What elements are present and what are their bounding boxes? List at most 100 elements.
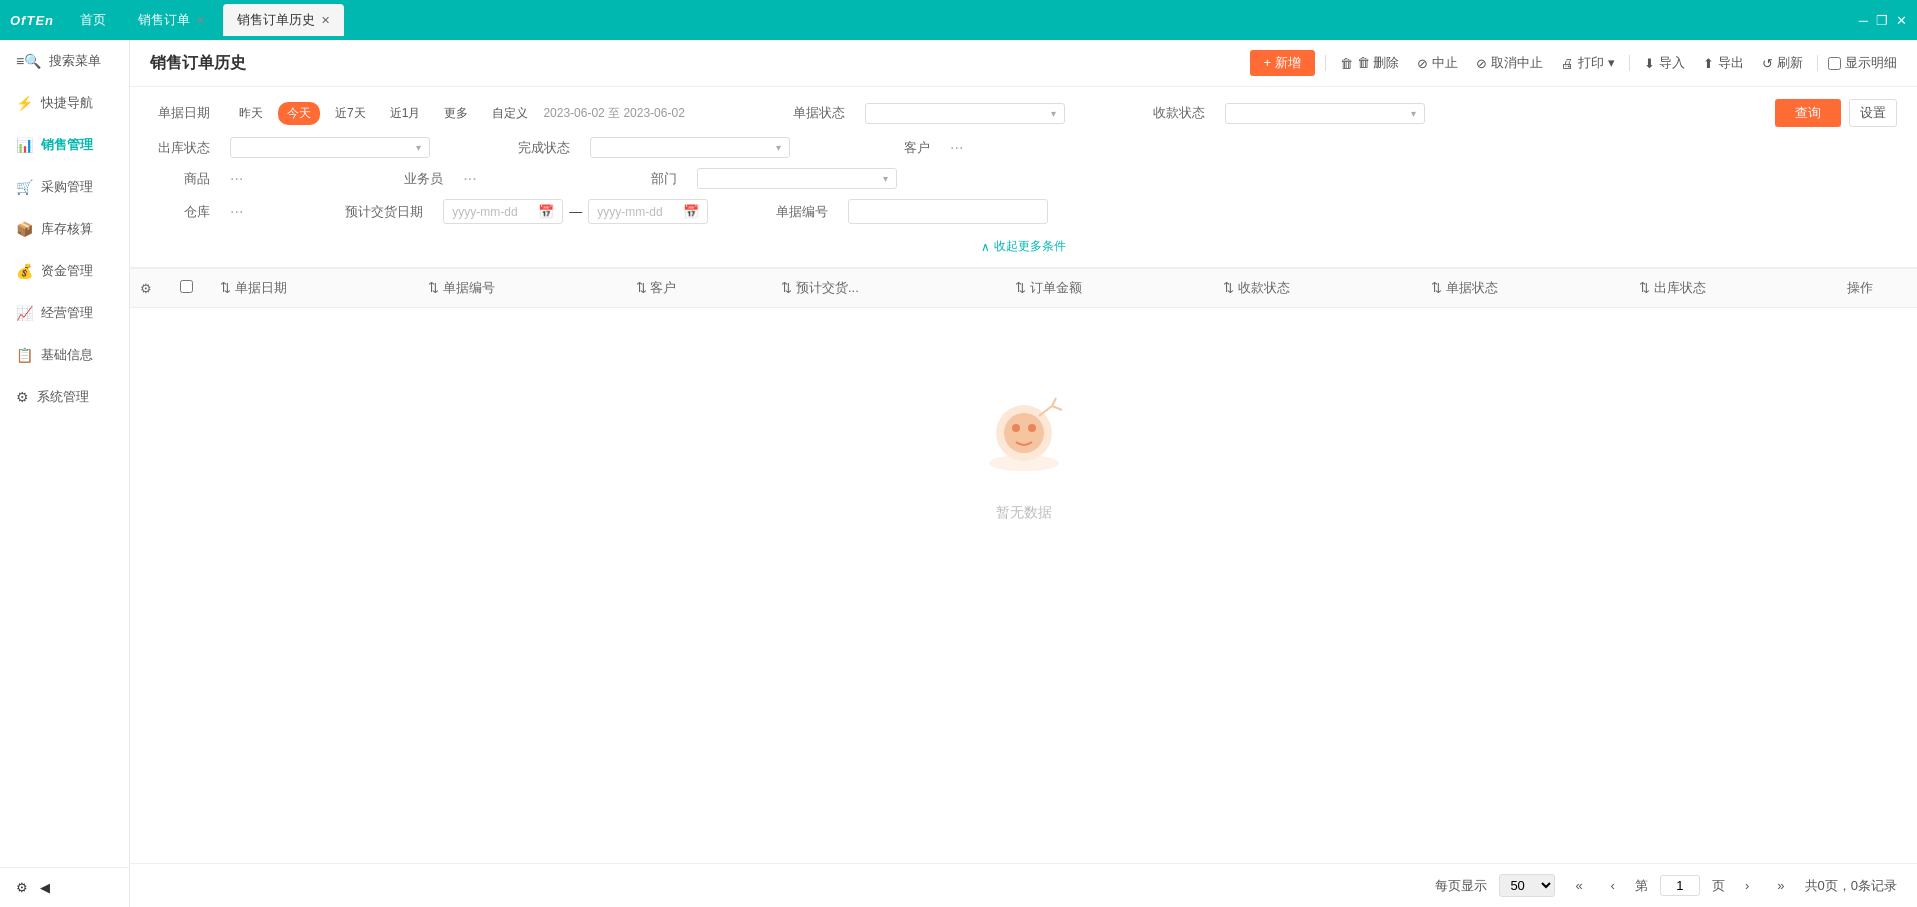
warehouse-input[interactable]: ··· — [230, 203, 243, 221]
calendar-end-icon: 📅 — [683, 204, 699, 219]
sidebar-item-sys-label: 系统管理 — [37, 388, 89, 406]
tab-sales-order-history-close[interactable]: ✕ — [321, 14, 330, 27]
prev-page-btn[interactable]: ‹ — [1603, 876, 1623, 895]
date-7days[interactable]: 近7天 — [326, 102, 375, 125]
collapse-label: 收起更多条件 — [994, 238, 1066, 255]
collapse-row[interactable]: ∧ 收起更多条件 — [150, 234, 1897, 255]
query-button[interactable]: 查询 — [1775, 99, 1841, 127]
sidebar: ≡🔍 搜索菜单 ⚡ 快捷导航 📊 销售管理 🛒 采购管理 📦 库存核算 💰 资金… — [0, 40, 130, 907]
complete-status-arrow: ▾ — [776, 142, 781, 153]
sidebar-item-search-menu[interactable]: ≡🔍 搜索菜单 — [0, 40, 129, 82]
sidebar-item-quick-nav[interactable]: ⚡ 快捷导航 — [0, 82, 129, 124]
show-detail-checkbox[interactable]: 显示明细 — [1828, 54, 1897, 72]
sidebar-item-inventory[interactable]: 📦 库存核算 — [0, 208, 129, 250]
date-yesterday[interactable]: 昨天 — [230, 102, 272, 125]
sidebar-item-purchase-mgmt[interactable]: 🛒 采购管理 — [0, 166, 129, 208]
tab-sales-order[interactable]: 销售订单 ✕ — [124, 4, 219, 36]
filter-row-3: 商品 ··· 业务员 ··· 部门 ▾ — [150, 168, 1897, 189]
department-select[interactable]: ▾ — [697, 168, 897, 189]
delivery-date-end[interactable]: yyyy-mm-dd 📅 — [588, 199, 708, 224]
filter-row-4: 仓库 ··· 预计交货日期 yyyy-mm-dd 📅 — yyyy-mm-dd … — [150, 199, 1897, 224]
page-size-label: 每页显示 — [1435, 877, 1487, 895]
col-settings[interactable]: ⚙ — [130, 269, 170, 308]
settings-icon[interactable]: ⚙ — [140, 281, 152, 296]
sidebar-item-operation[interactable]: 📈 经营管理 — [0, 292, 129, 334]
stop-button[interactable]: ⊘ 中止 — [1413, 52, 1462, 74]
tab-home[interactable]: 首页 — [66, 4, 120, 36]
window-controls: ─ ❐ ✕ — [1859, 13, 1907, 28]
bill-no-input[interactable] — [848, 199, 1048, 224]
refresh-button[interactable]: ↺ 刷新 — [1758, 52, 1807, 74]
col-payment-status[interactable]: ⇅ 收款状态 — [1213, 269, 1421, 308]
col-customer[interactable]: ⇅ 客户 — [626, 269, 772, 308]
print-button[interactable]: 🖨 打印 ▾ — [1557, 52, 1619, 74]
collapse-up-icon: ∧ — [981, 240, 990, 254]
tab-sales-order-history[interactable]: 销售订单历史 ✕ — [223, 4, 344, 36]
sidebar-item-finance[interactable]: 💰 资金管理 — [0, 250, 129, 292]
page-input[interactable] — [1660, 875, 1700, 896]
date-1month[interactable]: 近1月 — [381, 102, 430, 125]
window-restore[interactable]: ❐ — [1876, 13, 1888, 28]
salesperson-input[interactable]: ··· — [463, 170, 476, 188]
data-table: ⚙ ⇅ 单据日期 ⇅ 单据编号 ⇅ 客户 — [130, 268, 1917, 308]
customer-input[interactable]: ··· — [950, 139, 963, 157]
content-area: 销售订单历史 + 新增 🗑 🗑 删除 ⊘ 中止 ⊘ 取消中止 🖨 — [130, 40, 1917, 907]
col-delivery-status[interactable]: ⇅ 出库状态 — [1629, 269, 1837, 308]
delivery-status-select[interactable]: ▾ — [230, 137, 430, 158]
svg-point-3 — [1012, 424, 1020, 432]
window-minimize[interactable]: ─ — [1859, 13, 1868, 28]
empty-state: 暂无数据 — [130, 308, 1917, 602]
import-button[interactable]: ⬇ 导入 — [1640, 52, 1689, 74]
sidebar-item-sys-mgmt[interactable]: ⚙ 系统管理 — [0, 376, 129, 418]
first-page-btn[interactable]: « — [1567, 876, 1590, 895]
col-expected-delivery[interactable]: ⇅ 预计交货... — [771, 269, 1005, 308]
page-size-select[interactable]: 20 50 100 — [1499, 874, 1555, 897]
sidebar-item-operation-label: 经营管理 — [41, 304, 93, 322]
date-group: 昨天 今天 近7天 近1月 更多 自定义 2023-06-02 至 2023-0… — [230, 102, 685, 125]
col-checkbox[interactable] — [170, 269, 210, 308]
date-custom[interactable]: 自定义 — [483, 102, 537, 125]
col-bill-date[interactable]: ⇅ 单据日期 — [210, 269, 418, 308]
bill-status-select[interactable]: ▾ — [865, 103, 1065, 124]
sales-mgmt-icon: 📊 — [16, 137, 33, 153]
sidebar-item-sales-mgmt[interactable]: 📊 销售管理 — [0, 124, 129, 166]
page-header: 销售订单历史 + 新增 🗑 🗑 删除 ⊘ 中止 ⊘ 取消中止 🖨 — [130, 40, 1917, 87]
tab-sales-order-close[interactable]: ✕ — [196, 14, 205, 27]
settings-button[interactable]: 设置 — [1849, 99, 1897, 127]
inventory-icon: 📦 — [16, 221, 33, 237]
sidebar-collapse-icon[interactable]: ◀ — [40, 880, 50, 895]
cancel-stop-button[interactable]: ⊘ 取消中止 — [1472, 52, 1547, 74]
empty-illustration — [974, 388, 1074, 488]
goods-input[interactable]: ··· — [230, 170, 243, 188]
date-today[interactable]: 今天 — [278, 102, 320, 125]
delivery-status-arrow: ▾ — [416, 142, 421, 153]
select-all-checkbox[interactable] — [180, 280, 193, 293]
export-button[interactable]: ⬆ 导出 — [1699, 52, 1748, 74]
col-bill-no[interactable]: ⇅ 单据编号 — [418, 269, 626, 308]
sidebar-item-inventory-label: 库存核算 — [41, 220, 93, 238]
sidebar-item-purchase-label: 采购管理 — [41, 178, 93, 196]
bill-no-label: 单据编号 — [768, 203, 828, 221]
show-detail-input[interactable] — [1828, 57, 1841, 70]
table-header-row: ⚙ ⇅ 单据日期 ⇅ 单据编号 ⇅ 客户 — [130, 269, 1917, 308]
sidebar-item-base-label: 基础信息 — [41, 346, 93, 364]
purchase-mgmt-icon: 🛒 — [16, 179, 33, 195]
svg-line-6 — [1052, 406, 1062, 410]
sidebar-item-base-info[interactable]: 📋 基础信息 — [0, 334, 129, 376]
sidebar-settings-icon[interactable]: ⚙ — [16, 880, 28, 895]
add-button[interactable]: + 新增 — [1250, 50, 1315, 76]
next-page-btn[interactable]: › — [1737, 876, 1757, 895]
sidebar-item-finance-label: 资金管理 — [41, 262, 93, 280]
col-bill-status[interactable]: ⇅ 单据状态 — [1421, 269, 1629, 308]
date-more[interactable]: 更多 — [435, 102, 477, 125]
delete-button[interactable]: 🗑 🗑 删除 — [1336, 52, 1404, 74]
sidebar-item-sales-label: 销售管理 — [41, 136, 93, 154]
payment-status-select[interactable]: ▾ — [1225, 103, 1425, 124]
delivery-date-start[interactable]: yyyy-mm-dd 📅 — [443, 199, 563, 224]
last-page-btn[interactable]: » — [1769, 876, 1792, 895]
tab-sales-order-label: 销售订单 — [138, 11, 190, 29]
complete-status-select[interactable]: ▾ — [590, 137, 790, 158]
window-close[interactable]: ✕ — [1896, 13, 1907, 28]
cancel-stop-icon: ⊘ — [1476, 56, 1487, 71]
col-order-amount[interactable]: ⇅ 订单金额 — [1005, 269, 1213, 308]
